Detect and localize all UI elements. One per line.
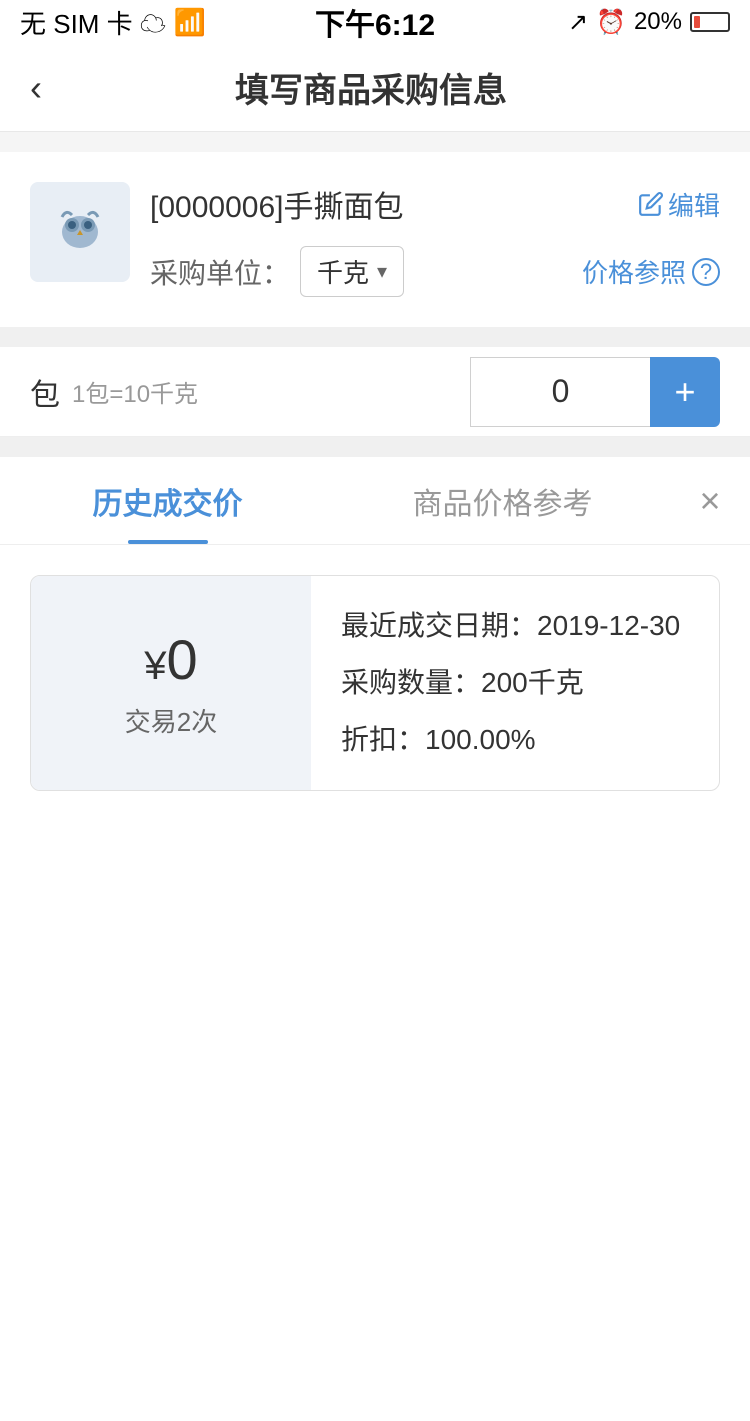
price-currency: ¥ <box>144 644 166 689</box>
price-transactions: 交易2次 <box>125 702 217 739</box>
price-card-section: ¥ 0 交易2次 最近成交日期：2019-12-30 采购数量：200千克 折扣… <box>0 545 750 821</box>
price-value: 0 <box>167 627 198 692</box>
edit-button[interactable]: 编辑 <box>638 186 720 223</box>
product-section: [0000006]手撕面包 编辑 采购单位： 千克 ▾ <box>0 152 750 327</box>
chevron-down-icon: ▾ <box>377 259 387 284</box>
page-title: 填写商品采购信息 <box>62 63 680 112</box>
bottom-space <box>0 821 750 1421</box>
price-card-right: 最近成交日期：2019-12-30 采购数量：200千克 折扣：100.00% <box>311 576 719 790</box>
product-thumb-icon <box>50 197 110 267</box>
price-card: ¥ 0 交易2次 最近成交日期：2019-12-30 采购数量：200千克 折扣… <box>30 575 720 791</box>
gray-divider-1 <box>0 327 750 347</box>
unit-selector[interactable]: 千克 ▾ <box>300 246 404 297</box>
product-name: [0000006]手撕面包 <box>150 182 403 226</box>
quantity-input[interactable]: 0 <box>470 357 650 427</box>
status-left: 无 SIM 卡 ☁ 📶 <box>20 4 206 41</box>
nav-bar: ‹ 填写商品采购信息 <box>0 44 750 132</box>
quantity-section: 包 1包=10千克 0 + <box>0 347 750 437</box>
battery-icon <box>690 12 730 32</box>
quantity-conversion: 1包=10千克 <box>72 374 198 409</box>
price-ref-help-icon: ? <box>692 258 720 286</box>
quantity-plus-button[interactable]: + <box>650 357 720 427</box>
status-bar: 无 SIM 卡 ☁ 📶 下午6:12 ↗ ⏰ 20% <box>0 0 750 44</box>
tabs-header: 历史成交价 商品价格参考 × <box>0 457 750 545</box>
quantity-input-group: 0 + <box>470 357 720 427</box>
battery-percent: 20% <box>634 8 682 36</box>
tabs-section: 历史成交价 商品价格参考 × ¥ 0 交易2次 最近成交日期：2019-12-3… <box>0 457 750 821</box>
quantity-label-group: 包 1包=10千克 <box>30 370 198 414</box>
product-thumbnail <box>30 182 130 282</box>
status-right: ↗ ⏰ 20% <box>568 8 730 37</box>
sim-label: 无 SIM 卡 ☁ <box>20 4 166 41</box>
tab-history-price[interactable]: 历史成交价 <box>0 457 335 544</box>
price-detail-qty: 采购数量：200千克 <box>341 663 689 702</box>
price-detail-discount: 折扣：100.00% <box>341 720 689 759</box>
wifi-icon: 📶 <box>174 7 206 38</box>
unit-value: 千克 <box>317 253 369 290</box>
price-ref-label: 价格参照 <box>582 253 686 290</box>
tab-product-price-ref-label: 商品价格参考 <box>413 479 593 523</box>
product-info: [0000006]手撕面包 编辑 采购单位： 千克 ▾ <box>150 182 720 297</box>
tabs-close-button[interactable]: × <box>670 457 750 545</box>
price-ref-button[interactable]: 价格参照 ? <box>582 253 720 290</box>
quantity-unit: 包 <box>30 370 60 414</box>
price-card-left: ¥ 0 交易2次 <box>31 576 311 790</box>
tab-active-indicator <box>128 540 208 544</box>
section-gap <box>0 437 750 457</box>
status-time: 下午6:12 <box>315 0 435 44</box>
location-icon: ↗ <box>568 8 588 37</box>
alarm-icon: ⏰ <box>596 8 626 37</box>
tab-history-price-label: 历史成交价 <box>93 479 243 523</box>
unit-label: 采购单位： <box>150 252 290 292</box>
price-detail-date: 最近成交日期：2019-12-30 <box>341 606 689 645</box>
tab-product-price-ref[interactable]: 商品价格参考 <box>335 457 670 544</box>
back-button[interactable]: ‹ <box>30 67 42 109</box>
